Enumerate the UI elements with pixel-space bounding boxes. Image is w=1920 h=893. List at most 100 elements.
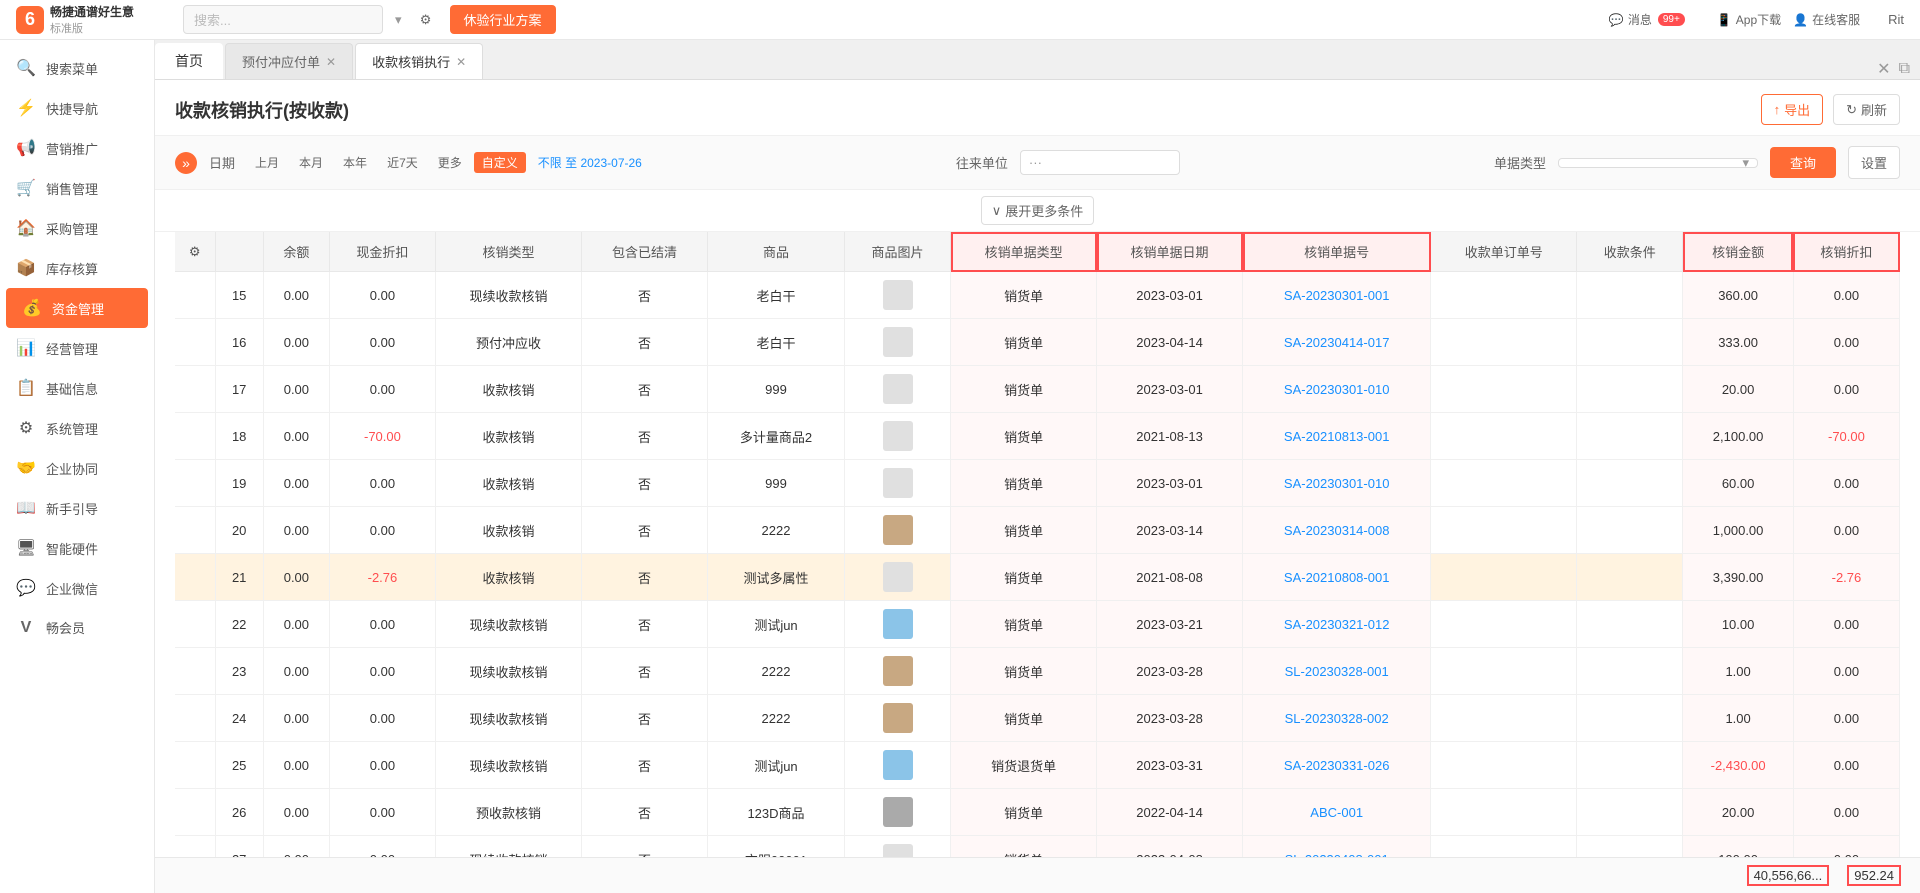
cell-cancel-bill-no[interactable]: SA-20230301-001 [1243, 272, 1431, 319]
date-this-month[interactable]: 本月 [291, 152, 331, 173]
setting-button[interactable]: 设置 [1848, 146, 1900, 179]
cell-cancel-bill-no[interactable]: SA-20210813-001 [1243, 413, 1431, 460]
app-download-label: App下载 [1736, 11, 1781, 28]
cell-settings [175, 319, 215, 366]
sidebar-item-sales[interactable]: 🛒 销售管理 [0, 168, 154, 208]
sidebar-item-enterprise[interactable]: 🤝 企业协同 [0, 448, 154, 488]
restore-icon[interactable]: ⧉ [1899, 60, 1910, 78]
cell-cancel-type: 现续收款核销 [435, 742, 581, 789]
tab-prepayment[interactable]: 预付冲应付单 ✕ [225, 43, 353, 79]
sidebar-item-member[interactable]: V 畅会员 [0, 608, 154, 647]
cancel-bill-link[interactable]: SA-20230321-012 [1284, 617, 1390, 632]
cancel-bill-link[interactable]: ABC-001 [1310, 805, 1363, 820]
date-this-year[interactable]: 本年 [335, 152, 375, 173]
cell-settings [175, 272, 215, 319]
sidebar-item-hardware[interactable]: 🖥 智能硬件 [0, 528, 154, 568]
cell-cancel-bill-no[interactable]: SL-20230408-001 [1243, 836, 1431, 858]
sidebar-item-shortcut[interactable]: ⚡ 快捷导航 [0, 88, 154, 128]
app-download-area[interactable]: 📱 App下载 [1717, 11, 1781, 28]
cancel-bill-link[interactable]: SA-20210808-001 [1284, 570, 1390, 585]
date-last-month[interactable]: 上月 [247, 152, 287, 173]
table-row: 16 0.00 0.00 预付冲应收 否 老白干 销货单 2023-04-14 … [175, 319, 1900, 366]
cell-settings [175, 648, 215, 695]
cell-receipt-condition [1577, 366, 1683, 413]
cancel-bill-link[interactable]: SA-20210813-001 [1284, 429, 1390, 444]
export-icon: ↑ [1774, 102, 1781, 117]
sidebar-label-inventory: 库存核算 [46, 259, 98, 278]
cell-cancel-bill-no[interactable]: ABC-001 [1243, 789, 1431, 836]
cancel-bill-link[interactable]: SA-20230314-008 [1284, 523, 1390, 538]
cell-cancel-amount: 360.00 [1683, 272, 1794, 319]
sidebar-item-system[interactable]: ⚙ 系统管理 [0, 408, 154, 448]
cell-balance: 0.00 [263, 695, 329, 742]
cell-cancel-bill-no[interactable]: SA-20230314-008 [1243, 507, 1431, 554]
cell-cancel-bill-date: 2023-03-28 [1097, 695, 1243, 742]
sidebar-item-marketing[interactable]: 📢 营销推广 [0, 128, 154, 168]
sidebar-item-search[interactable]: 🔍 搜索菜单 [0, 48, 154, 88]
sidebar-item-inventory[interactable]: 📦 库存核算 [0, 248, 154, 288]
query-button[interactable]: 查询 [1770, 147, 1836, 178]
tab-home[interactable]: 首页 [155, 43, 223, 79]
messages-label: 消息 [1628, 11, 1652, 28]
sidebar-item-finance[interactable]: 💰 资金管理 [6, 288, 148, 328]
cell-cancel-discount: 0.00 [1793, 507, 1899, 554]
cell-receipt-condition [1577, 601, 1683, 648]
expand-icon: ∨ [992, 203, 1002, 219]
close-all-icon[interactable]: ✕ [1877, 59, 1890, 79]
cancel-bill-link[interactable]: SA-20230301-010 [1284, 476, 1390, 491]
cancel-bill-link[interactable]: SA-20230301-010 [1284, 382, 1390, 397]
cell-cancel-bill-no[interactable]: SA-20210808-001 [1243, 554, 1431, 601]
cancel-bill-link[interactable]: SA-20230414-017 [1284, 335, 1390, 350]
cell-cancel-bill-no[interactable]: SA-20230331-026 [1243, 742, 1431, 789]
gear-icon[interactable]: ⚙ [414, 8, 438, 32]
cell-cancel-bill-no[interactable]: SA-20230301-010 [1243, 460, 1431, 507]
cell-receipt-order-no [1431, 836, 1577, 858]
product-image [883, 562, 913, 592]
table-container[interactable]: ⚙ 余额 现金折扣 核销类型 包含已结清 商品 商品图片 核销单据类型 核销单据… [155, 232, 1920, 857]
refresh-button[interactable]: ↻ 刷新 [1833, 94, 1900, 125]
cell-cancel-bill-date: 2023-03-01 [1097, 272, 1243, 319]
sidebar-item-purchase[interactable]: 🏠 采购管理 [0, 208, 154, 248]
tab-prepayment-close[interactable]: ✕ [326, 55, 336, 69]
date-more[interactable]: 更多 [430, 152, 470, 173]
sidebar-label-wechat: 企业微信 [46, 579, 98, 598]
cell-cancel-bill-no[interactable]: SA-20230321-012 [1243, 601, 1431, 648]
sidebar-item-newbie[interactable]: 📖 新手引导 [0, 488, 154, 528]
dropdown-icon[interactable]: ▾ [395, 12, 402, 28]
cancel-bill-link[interactable]: SL-20230328-002 [1285, 711, 1389, 726]
cell-include-cleared: 否 [581, 319, 707, 366]
cell-cancel-bill-no[interactable]: SA-20230301-010 [1243, 366, 1431, 413]
cell-cancel-discount: 0.00 [1793, 648, 1899, 695]
cell-cancel-discount: 0.00 [1793, 366, 1899, 413]
cell-cancel-bill-no[interactable]: SL-20230328-002 [1243, 695, 1431, 742]
solution-button[interactable]: 休验行业方案 [450, 5, 556, 34]
messages-icon-area[interactable]: 💬 消息 99+ [1609, 11, 1685, 28]
expand-more-button[interactable]: ∨ 展开更多条件 [981, 196, 1095, 225]
tab-receipt[interactable]: 收款核销执行 ✕ [355, 43, 483, 79]
cell-cancel-amount: 1.00 [1683, 648, 1794, 695]
user-name-area[interactable]: Rit [1888, 12, 1904, 27]
cell-cancel-bill-no[interactable]: SA-20230414-017 [1243, 319, 1431, 366]
sidebar-item-wechat[interactable]: 💬 企业微信 [0, 568, 154, 608]
export-button[interactable]: ↑ 导出 [1761, 94, 1824, 125]
date-custom[interactable]: 自定义 [474, 152, 526, 173]
date-7days[interactable]: 近7天 [379, 152, 426, 173]
cancel-bill-link[interactable]: SA-20230331-026 [1284, 758, 1390, 773]
finance-icon: 💰 [22, 298, 42, 318]
sidebar-item-operations[interactable]: 📊 经营管理 [0, 328, 154, 368]
cell-cancel-amount: 333.00 [1683, 319, 1794, 366]
bill-type-select[interactable]: ▾ [1558, 158, 1758, 168]
enterprise-icon: 🤝 [16, 458, 36, 478]
online-service-label: 在线客服 [1812, 11, 1860, 28]
tab-receipt-close[interactable]: ✕ [456, 55, 466, 69]
cell-balance: 0.00 [263, 507, 329, 554]
filter-expand-button[interactable]: » [175, 152, 197, 174]
cell-cancel-amount: 20.00 [1683, 366, 1794, 413]
sidebar-item-basic[interactable]: 📋 基础信息 [0, 368, 154, 408]
th-settings[interactable]: ⚙ [175, 232, 215, 272]
cancel-bill-link[interactable]: SA-20230301-001 [1284, 288, 1390, 303]
cancel-bill-link[interactable]: SL-20230328-001 [1285, 664, 1389, 679]
online-service-area[interactable]: 👤 在线客服 [1793, 11, 1860, 28]
cell-cancel-bill-no[interactable]: SL-20230328-001 [1243, 648, 1431, 695]
from-unit-input[interactable]: ··· [1020, 150, 1180, 175]
